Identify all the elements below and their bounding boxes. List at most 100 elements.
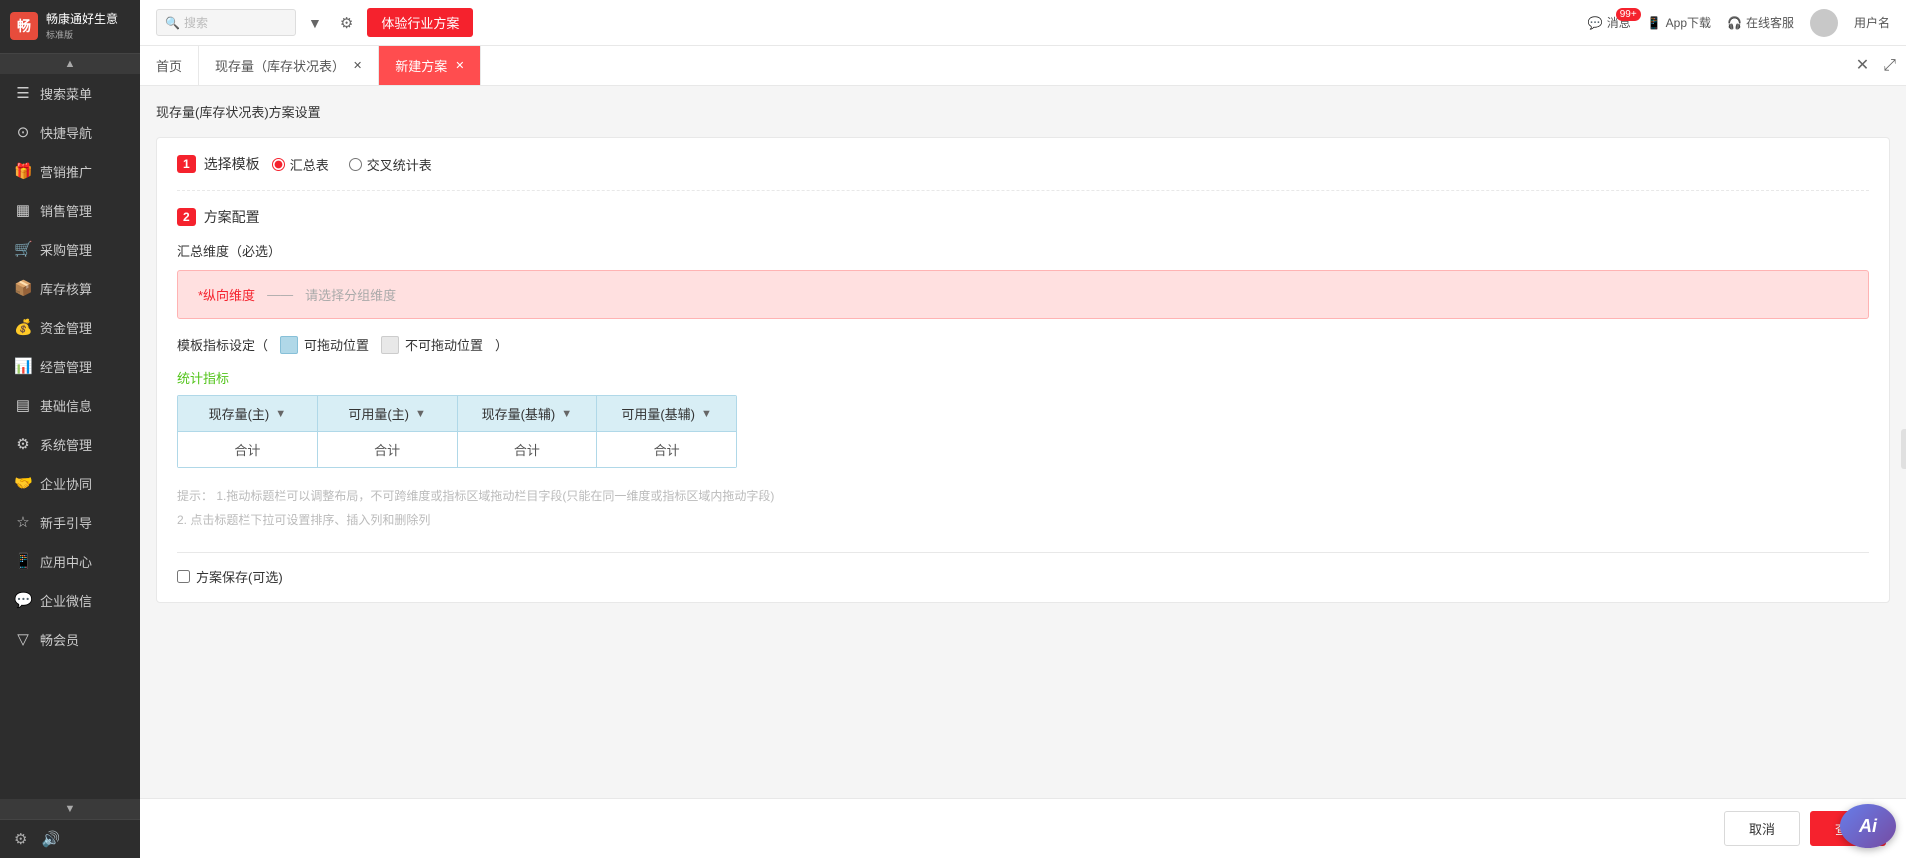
save-checkbox[interactable]: 方案保存(可选) <box>177 567 283 586</box>
sidebar-item-marketing[interactable]: 🎁 营销推广 <box>0 152 140 191</box>
tab-home[interactable]: 首页 <box>140 46 199 85</box>
plan-settings-card: 1 选择模板 汇总表 交叉统计表 2 方案配置 <box>156 137 1890 603</box>
sidebar-item-inventory[interactable]: 📦 库存核算 <box>0 269 140 308</box>
template-indicator-prefix: 模板指标设定（ <box>177 335 268 354</box>
tabs-right-controls: ✕ ⤢ <box>1850 54 1906 78</box>
tabs-bar: 首页 现存量（库存状况表） ✕ 新建方案 ✕ ✕ ⤢ <box>140 46 1906 86</box>
stat-table: 现存量(主) ▼ 可用量(主) ▼ 现存量(基辅) ▼ 可用量(基辅) <box>177 395 737 468</box>
resize-handle[interactable] <box>1901 429 1906 469</box>
hint-1: 1.拖动标题栏可以调整布局，不可跨维度或指标区域拖动栏目字段(只能在同一维度或指… <box>216 489 774 503</box>
stat-body-col-2: 合计 <box>458 431 598 467</box>
marketing-icon: 🎁 <box>14 162 32 180</box>
step2-badge: 2 <box>177 208 196 226</box>
purchase-icon: 🛒 <box>14 240 32 258</box>
sidebar-item-purchase[interactable]: 🛒 采购管理 <box>0 230 140 269</box>
logo-icon: 畅 <box>10 12 38 40</box>
stat-col-1-label: 可用量(主) <box>348 404 409 423</box>
topbar-right: 💬 消息 99+ 📱 App下载 🎧 在线客服 用户名 <box>1588 9 1890 37</box>
stat-col-2-arrow[interactable]: ▼ <box>561 408 572 420</box>
tab1-close-icon[interactable]: ✕ <box>353 59 362 72</box>
sidebar-item-operations[interactable]: 📊 经营管理 <box>0 347 140 386</box>
bottom-row: 方案保存(可选) <box>177 552 1869 586</box>
sidebar-item-wechat[interactable]: 💬 企业微信 <box>0 581 140 620</box>
sidebar-footer: ⚙ 🔊 <box>0 819 140 858</box>
sidebar-logo: 畅 畅康通好生意 标准版 <box>0 0 140 54</box>
experience-industry-btn[interactable]: 体验行业方案 <box>367 8 473 37</box>
step1-badge: 1 <box>177 155 196 173</box>
operations-icon: 📊 <box>14 357 32 375</box>
tab-close-btn[interactable]: ✕ <box>1850 54 1875 78</box>
inventory-icon: 📦 <box>14 279 32 297</box>
sidebar-item-quick-nav[interactable]: ⊙ 快捷导航 <box>0 113 140 152</box>
template-indicator-suffix: ） <box>495 335 508 354</box>
action-bar: 取消 查询 <box>140 798 1906 858</box>
stat-col-2: 现存量(基辅) ▼ <box>458 396 598 431</box>
sidebar-menu: ☰ 搜索菜单 ⊙ 快捷导航 🎁 营销推广 ▦ 销售管理 🛒 采购管理 📦 库存核… <box>0 74 140 799</box>
sidebar-item-membership[interactable]: ▽ 畅会员 <box>0 620 140 659</box>
dim-placeholder: 请选择分组维度 <box>305 285 396 304</box>
tab2-close-icon[interactable]: ✕ <box>455 59 464 72</box>
stat-label: 统计指标 <box>177 368 1869 387</box>
summary-dim-label: 汇总维度（必选） <box>177 241 1869 260</box>
logo-text: 畅康通好生意 标准版 <box>46 12 118 41</box>
sidebar-scroll-up[interactable]: ▲ <box>0 54 140 74</box>
messages-btn[interactable]: 💬 消息 99+ <box>1588 14 1631 31</box>
hints-section: 提示： 1.拖动标题栏可以调整布局，不可跨维度或指标区域拖动栏目字段(只能在同一… <box>177 484 1869 532</box>
save-checkbox-input[interactable] <box>177 570 190 583</box>
cancel-button[interactable]: 取消 <box>1724 811 1800 846</box>
phone-icon: 📱 <box>1647 16 1662 30</box>
radio-cross-input[interactable] <box>349 158 362 171</box>
topbar-settings-btn[interactable]: ⚙ <box>334 12 359 34</box>
stat-col-3-label: 可用量(基辅) <box>621 404 695 423</box>
system-icon: ⚙ <box>14 435 32 453</box>
stat-col-2-label: 现存量(基辅) <box>482 404 556 423</box>
stat-col-3-arrow[interactable]: ▼ <box>701 408 712 420</box>
sidebar-item-finance[interactable]: 💰 资金管理 <box>0 308 140 347</box>
non-draggable-indicator: 不可拖动位置 <box>381 335 483 354</box>
radio-summary-input[interactable] <box>272 158 285 171</box>
username-label[interactable]: 用户名 <box>1854 14 1890 31</box>
topbar-dropdown-btn[interactable]: ▼ <box>304 13 326 33</box>
step2-title: 方案配置 <box>204 207 260 227</box>
sidebar-scroll-down[interactable]: ▼ <box>0 799 140 819</box>
dimension-row[interactable]: *纵向维度 —— 请选择分组维度 <box>177 270 1869 319</box>
app-download-btn[interactable]: 📱 App下载 <box>1647 14 1711 31</box>
sidebar-item-app-center[interactable]: 📱 应用中心 <box>0 542 140 581</box>
sales-icon: ▦ <box>14 201 32 219</box>
footer-settings-icon[interactable]: ⚙ <box>14 830 27 848</box>
step2-header: 2 方案配置 <box>177 207 1869 227</box>
sidebar-item-basic-info[interactable]: ▤ 基础信息 <box>0 386 140 425</box>
step-divider <box>177 190 1869 191</box>
sidebar-item-cooperation[interactable]: 🤝 企业协同 <box>0 464 140 503</box>
ai-float-button[interactable]: Ai <box>1840 804 1896 848</box>
quick-nav-icon: ⊙ <box>14 123 32 141</box>
sidebar-item-sales[interactable]: ▦ 销售管理 <box>0 191 140 230</box>
stat-col-0-arrow[interactable]: ▼ <box>275 408 286 420</box>
tab-new-plan[interactable]: 新建方案 ✕ <box>379 46 481 85</box>
stat-body-col-3: 合计 <box>597 431 736 467</box>
hint-label: 提示： <box>177 489 213 503</box>
template-radio-group: 汇总表 交叉统计表 <box>272 155 432 174</box>
message-icon: 💬 <box>1588 16 1603 30</box>
sidebar-item-system[interactable]: ⚙ 系统管理 <box>0 425 140 464</box>
radio-cross[interactable]: 交叉统计表 <box>349 155 432 174</box>
stat-body-col-0: 合计 <box>178 431 318 467</box>
tab-expand-btn[interactable]: ⤢ <box>1877 54 1902 78</box>
sidebar-item-new-guide[interactable]: ☆ 新手引导 <box>0 503 140 542</box>
tab-inventory-status[interactable]: 现存量（库存状况表） ✕ <box>199 46 379 85</box>
sidebar: 畅 畅康通好生意 标准版 ▲ ☰ 搜索菜单 ⊙ 快捷导航 🎁 营销推广 ▦ 销售… <box>0 0 140 858</box>
stat-col-0-label: 现存量(主) <box>209 404 270 423</box>
stat-body-col-1: 合计 <box>318 431 458 467</box>
headset-icon: 🎧 <box>1727 16 1742 30</box>
sidebar-item-search-menu[interactable]: ☰ 搜索菜单 <box>0 74 140 113</box>
topbar: 🔍 搜索 ▼ ⚙ 体验行业方案 💬 消息 99+ 📱 App下载 🎧 在线客服 … <box>140 0 1906 46</box>
search-icon: 🔍 <box>165 16 180 30</box>
stat-col-1-arrow[interactable]: ▼ <box>415 408 426 420</box>
stat-col-1: 可用量(主) ▼ <box>318 396 458 431</box>
app-center-icon: 📱 <box>14 552 32 570</box>
user-avatar[interactable] <box>1810 9 1838 37</box>
radio-summary[interactable]: 汇总表 <box>272 155 329 174</box>
footer-sound-icon[interactable]: 🔊 <box>41 830 60 848</box>
topbar-left: 🔍 搜索 ▼ ⚙ 体验行业方案 <box>156 8 1578 37</box>
online-service-btn[interactable]: 🎧 在线客服 <box>1727 14 1794 31</box>
